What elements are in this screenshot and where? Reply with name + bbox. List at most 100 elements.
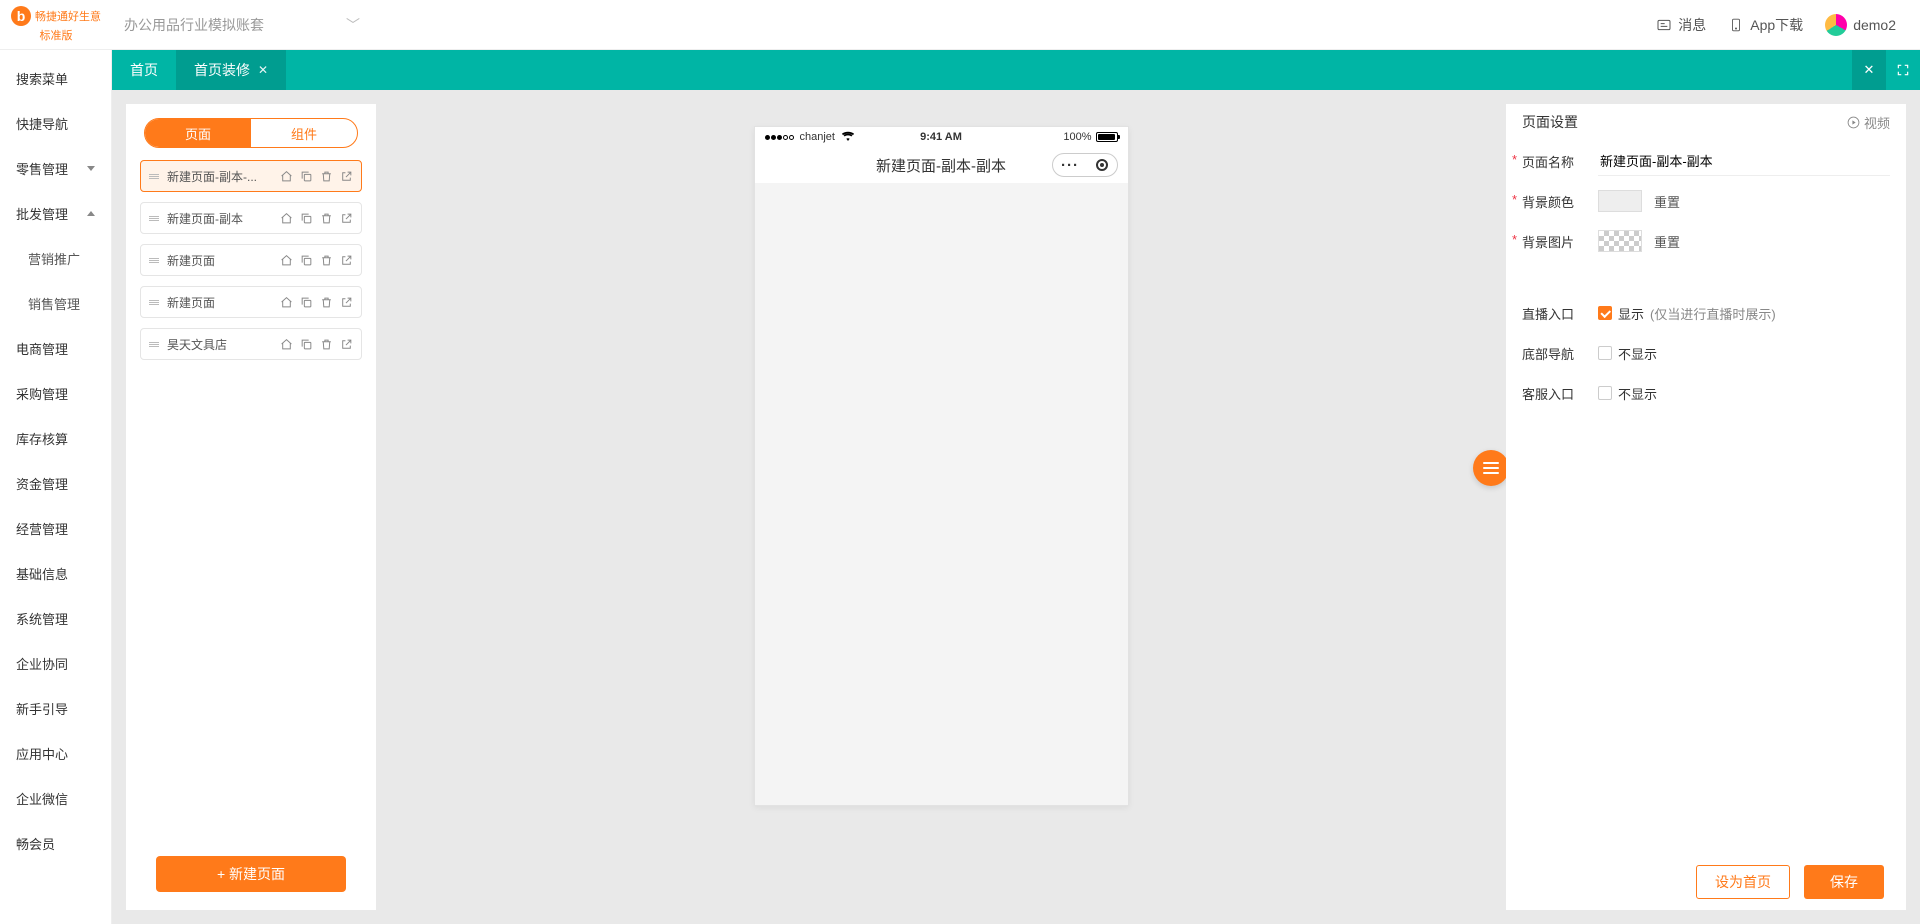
more-icon[interactable]: ··· — [1061, 157, 1079, 174]
drag-handle-icon[interactable] — [149, 258, 159, 263]
phone-title-bar: 新建页面-副本-副本 ··· — [755, 147, 1128, 183]
copy-icon[interactable] — [300, 212, 313, 225]
live-entry-cb-label: 显示 — [1618, 304, 1644, 323]
nav-member[interactable]: 畅会员 — [0, 821, 111, 866]
delete-icon[interactable] — [320, 170, 333, 183]
copy-icon[interactable] — [300, 338, 313, 351]
nav-quick[interactable]: 快捷导航 — [0, 101, 111, 146]
page-item[interactable]: 新建页面 — [140, 286, 362, 318]
delete-icon[interactable] — [320, 212, 333, 225]
bg-image-swatch[interactable] — [1598, 230, 1642, 252]
live-entry-checkbox[interactable] — [1598, 306, 1612, 320]
user-menu[interactable]: demo2 — [1825, 14, 1896, 36]
nav-retail[interactable]: 零售管理 — [0, 146, 111, 191]
nav-operation[interactable]: 经营管理 — [0, 506, 111, 551]
nav-purchase[interactable]: 采购管理 — [0, 371, 111, 416]
chevron-down-icon: ﹀ — [346, 15, 360, 35]
brand-text: 畅捷通好生意 — [35, 8, 101, 24]
nav-system[interactable]: 系统管理 — [0, 596, 111, 641]
close-icon[interactable]: ✕ — [258, 63, 268, 77]
set-home-icon[interactable] — [280, 170, 293, 183]
nav-collab[interactable]: 企业协同 — [0, 641, 111, 686]
nav-funds[interactable]: 资金管理 — [0, 461, 111, 506]
drag-handle-icon[interactable] — [149, 342, 159, 347]
settings-panel: 页面设置 视频 页面名称 背景颜色 重置 — [1506, 104, 1906, 910]
nav-ecommerce[interactable]: 电商管理 — [0, 326, 111, 371]
nav-appcenter[interactable]: 应用中心 — [0, 731, 111, 776]
phone-icon — [1728, 17, 1744, 33]
tab-component[interactable]: 组件 — [251, 119, 357, 147]
page-item[interactable]: 新建页面 — [140, 244, 362, 276]
account-selector[interactable]: 办公用品行业模拟账套 ﹀ — [112, 15, 372, 35]
delete-icon[interactable] — [320, 296, 333, 309]
phone-preview: chanjet 9:41 AM 100% 新建页面-副本-副本 — [754, 126, 1129, 806]
collapse-panel-toggle[interactable] — [1473, 450, 1509, 486]
cs-entry-checkbox[interactable] — [1598, 386, 1612, 400]
caret-down-icon — [87, 166, 95, 171]
bg-color-reset[interactable]: 重置 — [1654, 192, 1680, 211]
target-icon[interactable] — [1096, 159, 1108, 171]
share-icon[interactable] — [340, 296, 353, 309]
nav-basic[interactable]: 基础信息 — [0, 551, 111, 596]
new-page-button[interactable]: + 新建页面 — [156, 856, 346, 892]
live-entry-hint: (仅当进行直播时展示) — [1650, 304, 1776, 323]
miniprogram-capsule[interactable]: ··· — [1052, 153, 1118, 177]
share-icon[interactable] — [340, 212, 353, 225]
share-icon[interactable] — [340, 254, 353, 267]
set-home-icon[interactable] — [280, 254, 293, 267]
save-button[interactable]: 保存 — [1804, 865, 1884, 899]
bg-image-reset[interactable]: 重置 — [1654, 232, 1680, 251]
nav-sales[interactable]: 销售管理 — [0, 281, 111, 326]
settings-title: 页面设置 — [1522, 112, 1578, 132]
share-icon[interactable] — [340, 170, 353, 183]
bottom-nav-checkbox[interactable] — [1598, 346, 1612, 360]
page-list: 新建页面-副本-... 新建页面-副本 — [126, 160, 376, 846]
messages-button[interactable]: 消息 — [1656, 15, 1706, 35]
nav-wholesale[interactable]: 批发管理 — [0, 191, 111, 236]
set-home-button[interactable]: 设为首页 — [1696, 865, 1790, 899]
drag-handle-icon[interactable] — [149, 300, 159, 305]
close-tab-button[interactable]: ✕ — [1852, 50, 1886, 90]
drag-handle-icon[interactable] — [149, 216, 159, 221]
brand-logo[interactable]: b 畅捷通好生意 标准版 — [0, 0, 112, 50]
set-home-icon[interactable] — [280, 338, 293, 351]
live-entry-label: 直播入口 — [1522, 304, 1598, 323]
page-item[interactable]: 昊天文具店 — [140, 328, 362, 360]
share-icon[interactable] — [340, 338, 353, 351]
copy-icon[interactable] — [300, 170, 313, 183]
copy-icon[interactable] — [300, 296, 313, 309]
nav-marketing[interactable]: 营销推广 — [0, 236, 111, 281]
edition-badge: 标准版 — [40, 27, 73, 43]
top-header: b 畅捷通好生意 标准版 办公用品行业模拟账套 ﹀ 消息 App下载 demo2 — [0, 0, 1920, 50]
fullscreen-button[interactable] — [1886, 50, 1920, 90]
nav-search-menu[interactable]: 搜索菜单 — [0, 56, 111, 101]
battery-percent: 100% — [1063, 131, 1091, 143]
page-item[interactable]: 新建页面-副本-... — [140, 160, 362, 192]
nav-guide[interactable]: 新手引导 — [0, 686, 111, 731]
delete-icon[interactable] — [320, 254, 333, 267]
bg-image-label: 背景图片 — [1522, 232, 1598, 251]
video-help-link[interactable]: 视频 — [1847, 113, 1890, 132]
cs-entry-cb-label: 不显示 — [1618, 384, 1657, 403]
message-icon — [1656, 17, 1672, 33]
preview-area: chanjet 9:41 AM 100% 新建页面-副本-副本 — [376, 90, 1506, 924]
set-home-icon[interactable] — [280, 296, 293, 309]
nav-wechat[interactable]: 企业微信 — [0, 776, 111, 821]
page-name-input[interactable] — [1598, 146, 1890, 176]
drag-handle-icon[interactable] — [149, 174, 159, 179]
nav-inventory[interactable]: 库存核算 — [0, 416, 111, 461]
tab-page[interactable]: 页面 — [145, 119, 251, 147]
copy-icon[interactable] — [300, 254, 313, 267]
bg-color-swatch[interactable] — [1598, 190, 1642, 212]
delete-icon[interactable] — [320, 338, 333, 351]
set-home-icon[interactable] — [280, 212, 293, 225]
tab-decoration[interactable]: 首页装修 ✕ — [176, 50, 286, 90]
battery-icon — [1096, 132, 1118, 142]
page-item[interactable]: 新建页面-副本 — [140, 202, 362, 234]
tab-home[interactable]: 首页 — [112, 50, 176, 90]
content-area: 首页 首页装修 ✕ ✕ 页面 组件 — [112, 50, 1920, 924]
cs-entry-label: 客服入口 — [1522, 384, 1598, 403]
app-download-button[interactable]: App下载 — [1728, 15, 1803, 35]
tab-bar: 首页 首页装修 ✕ ✕ — [112, 50, 1920, 90]
page-list-panel: 页面 组件 新建页面-副本-... — [126, 104, 376, 910]
